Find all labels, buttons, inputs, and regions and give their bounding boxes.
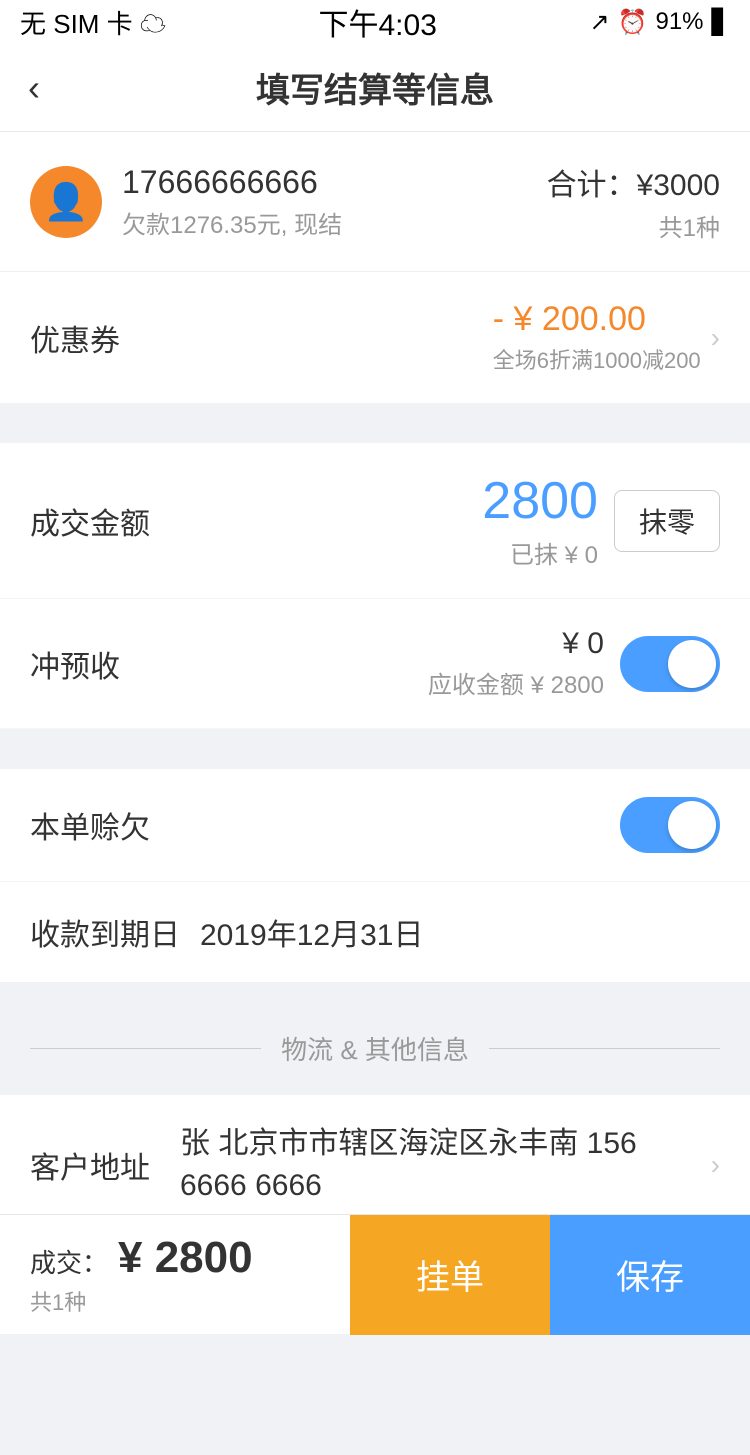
coupon-desc: 全场6折满1000减200	[493, 343, 701, 375]
section-divider-1	[0, 423, 750, 443]
customer-debt: 欠款1276.35元, 现结	[122, 205, 342, 240]
status-bar: 无 SIM 卡 ☁ 下午4:03 ↗ ⏰ 91% ▋	[0, 0, 750, 44]
due-date-label: 收款到期日	[30, 910, 180, 954]
battery-icon: ⏰	[618, 8, 648, 37]
customer-info: 17666666666 欠款1276.35元, 现结	[122, 164, 342, 240]
precharge-amount: ¥ 0	[428, 627, 604, 661]
avatar: 👤	[30, 166, 102, 238]
bottom-deal-label: 成交：	[30, 1243, 108, 1280]
debt-toggle[interactable]	[620, 797, 720, 853]
debt-right	[620, 797, 720, 853]
debt-card: 本单赊欠 收款到期日 2019年12月31日	[0, 769, 750, 982]
precharge-amount-col: ¥ 0 应收金额 ¥ 2800	[428, 627, 604, 700]
bottom-bar: 成交： ¥ 2800 共1种 挂单 保存	[0, 1214, 750, 1334]
precharge-receivable: 应收金额 ¥ 2800	[428, 665, 604, 700]
section-divider-2	[0, 749, 750, 769]
precharge-label: 冲预收	[30, 642, 120, 686]
bottom-deal: 成交： ¥ 2800	[30, 1233, 320, 1283]
customer-count: 共1种	[547, 208, 720, 243]
deal-row: 成交金额 2800 已抹 ¥ 0 抹零	[0, 443, 750, 599]
logistics-line-left	[30, 1048, 261, 1049]
coupon-label: 优惠券	[30, 316, 120, 360]
deal-amount-col: 2800 已抹 ¥ 0	[482, 471, 598, 570]
coupon-amount: - ¥ 200.00	[493, 300, 701, 339]
logistics-line-right	[489, 1048, 720, 1049]
deal-label: 成交金额	[30, 499, 150, 543]
bottom-count: 共1种	[30, 1285, 320, 1317]
precharge-row: 冲预收 ¥ 0 应收金额 ¥ 2800	[0, 599, 750, 729]
customer-card: 👤 17666666666 欠款1276.35元, 现结 合计：¥3000 共1…	[0, 132, 750, 403]
round-zero-button[interactable]: 抹零	[614, 490, 720, 552]
coupon-info: - ¥ 200.00 全场6折满1000减200	[493, 300, 701, 375]
coupon-right: - ¥ 200.00 全场6折满1000减200 ›	[493, 300, 720, 375]
precharge-right: ¥ 0 应收金额 ¥ 2800	[428, 627, 720, 700]
address-label: 客户地址	[30, 1143, 150, 1187]
status-left: 无 SIM 卡 ☁	[20, 4, 166, 41]
debt-label: 本单赊欠	[30, 803, 150, 847]
deal-right: 2800 已抹 ¥ 0 抹零	[482, 471, 720, 570]
deal-amount: 2800	[482, 471, 598, 531]
coupon-row[interactable]: 优惠券 - ¥ 200.00 全场6折满1000减200 ›	[0, 271, 750, 403]
logistics-divider: 物流 & 其他信息	[0, 1002, 750, 1095]
customer-left: 👤 17666666666 欠款1276.35元, 现结	[30, 164, 342, 240]
status-right: ↗ ⏰ 91% ▋	[589, 8, 730, 37]
save-button[interactable]: 保存	[550, 1215, 750, 1335]
debt-row: 本单赊欠	[0, 769, 750, 882]
chevron-right-icon: ›	[711, 322, 720, 354]
precharge-toggle[interactable]	[620, 636, 720, 692]
customer-total: 合计：¥3000	[547, 160, 720, 204]
customer-right: 合计：¥3000 共1种	[547, 160, 720, 243]
page-title: 填写结算等信息	[256, 63, 494, 112]
sim-status: 无 SIM 卡 ☁	[20, 4, 166, 41]
back-button[interactable]: ‹	[28, 67, 40, 109]
due-date-row: 收款到期日 2019年12月31日	[0, 882, 750, 982]
customer-row: 👤 17666666666 欠款1276.35元, 现结 合计：¥3000 共1…	[0, 132, 750, 271]
status-time: 下午4:03	[319, 0, 437, 44]
due-date-value: 2019年12月31日	[200, 910, 423, 954]
bottom-info: 成交： ¥ 2800 共1种	[0, 1233, 350, 1317]
bottom-deal-amount: ¥ 2800	[118, 1233, 253, 1283]
address-chevron-icon: ›	[711, 1149, 720, 1181]
logistics-label: 物流 & 其他信息	[281, 1030, 469, 1067]
battery-bar: ▋	[712, 8, 730, 37]
hold-button[interactable]: 挂单	[350, 1215, 550, 1335]
customer-phone: 17666666666	[122, 164, 342, 201]
battery-percent: 91%	[655, 8, 703, 36]
nav-bar: ‹ 填写结算等信息	[0, 44, 750, 132]
avatar-icon: 👤	[44, 181, 89, 223]
address-value: 张 北京市市辖区海淀区永丰南 156 6666 6666	[180, 1123, 711, 1207]
deal-card: 成交金额 2800 已抹 ¥ 0 抹零 冲预收 ¥ 0 应收金额 ¥ 2800	[0, 443, 750, 729]
deal-erased: 已抹 ¥ 0	[482, 535, 598, 570]
location-icon: ↗	[589, 8, 609, 37]
